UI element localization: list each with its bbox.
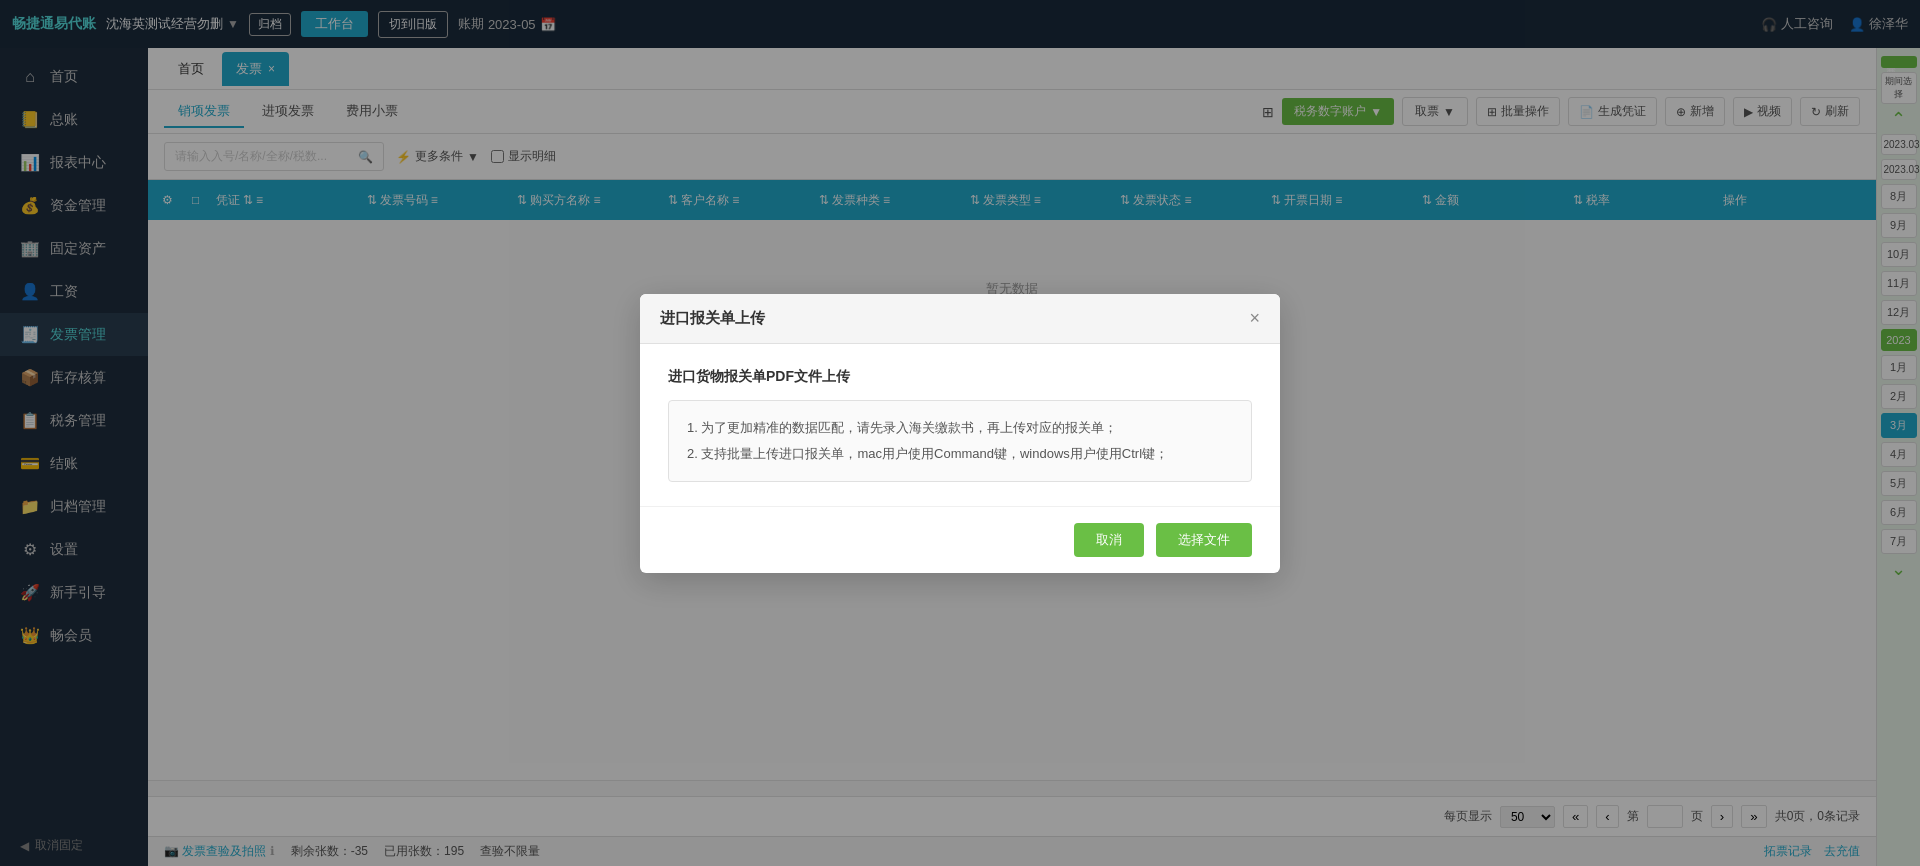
modal-body: 进口货物报关单PDF文件上传 1. 为了更加精准的数据匹配，请先录入海关缴款书，… bbox=[640, 344, 1280, 506]
modal-select-file-button[interactable]: 选择文件 bbox=[1156, 523, 1252, 557]
modal-info-line-1: 1. 为了更加精准的数据匹配，请先录入海关缴款书，再上传对应的报关单； bbox=[687, 415, 1233, 441]
modal-close-button[interactable]: × bbox=[1249, 308, 1260, 329]
modal-info-line-2: 2. 支持批量上传进口报关单，mac用户使用Command键，windows用户… bbox=[687, 441, 1233, 467]
modal-info-box: 1. 为了更加精准的数据匹配，请先录入海关缴款书，再上传对应的报关单； 2. 支… bbox=[668, 400, 1252, 482]
import-customs-modal: 进口报关单上传 × 进口货物报关单PDF文件上传 1. 为了更加精准的数据匹配，… bbox=[640, 294, 1280, 573]
modal-section-title: 进口货物报关单PDF文件上传 bbox=[668, 368, 1252, 386]
modal-footer: 取消 选择文件 bbox=[640, 506, 1280, 573]
modal-cancel-button[interactable]: 取消 bbox=[1074, 523, 1144, 557]
modal-title: 进口报关单上传 bbox=[660, 309, 765, 328]
modal-header: 进口报关单上传 × bbox=[640, 294, 1280, 344]
modal-overlay: 进口报关单上传 × 进口货物报关单PDF文件上传 1. 为了更加精准的数据匹配，… bbox=[0, 0, 1920, 866]
